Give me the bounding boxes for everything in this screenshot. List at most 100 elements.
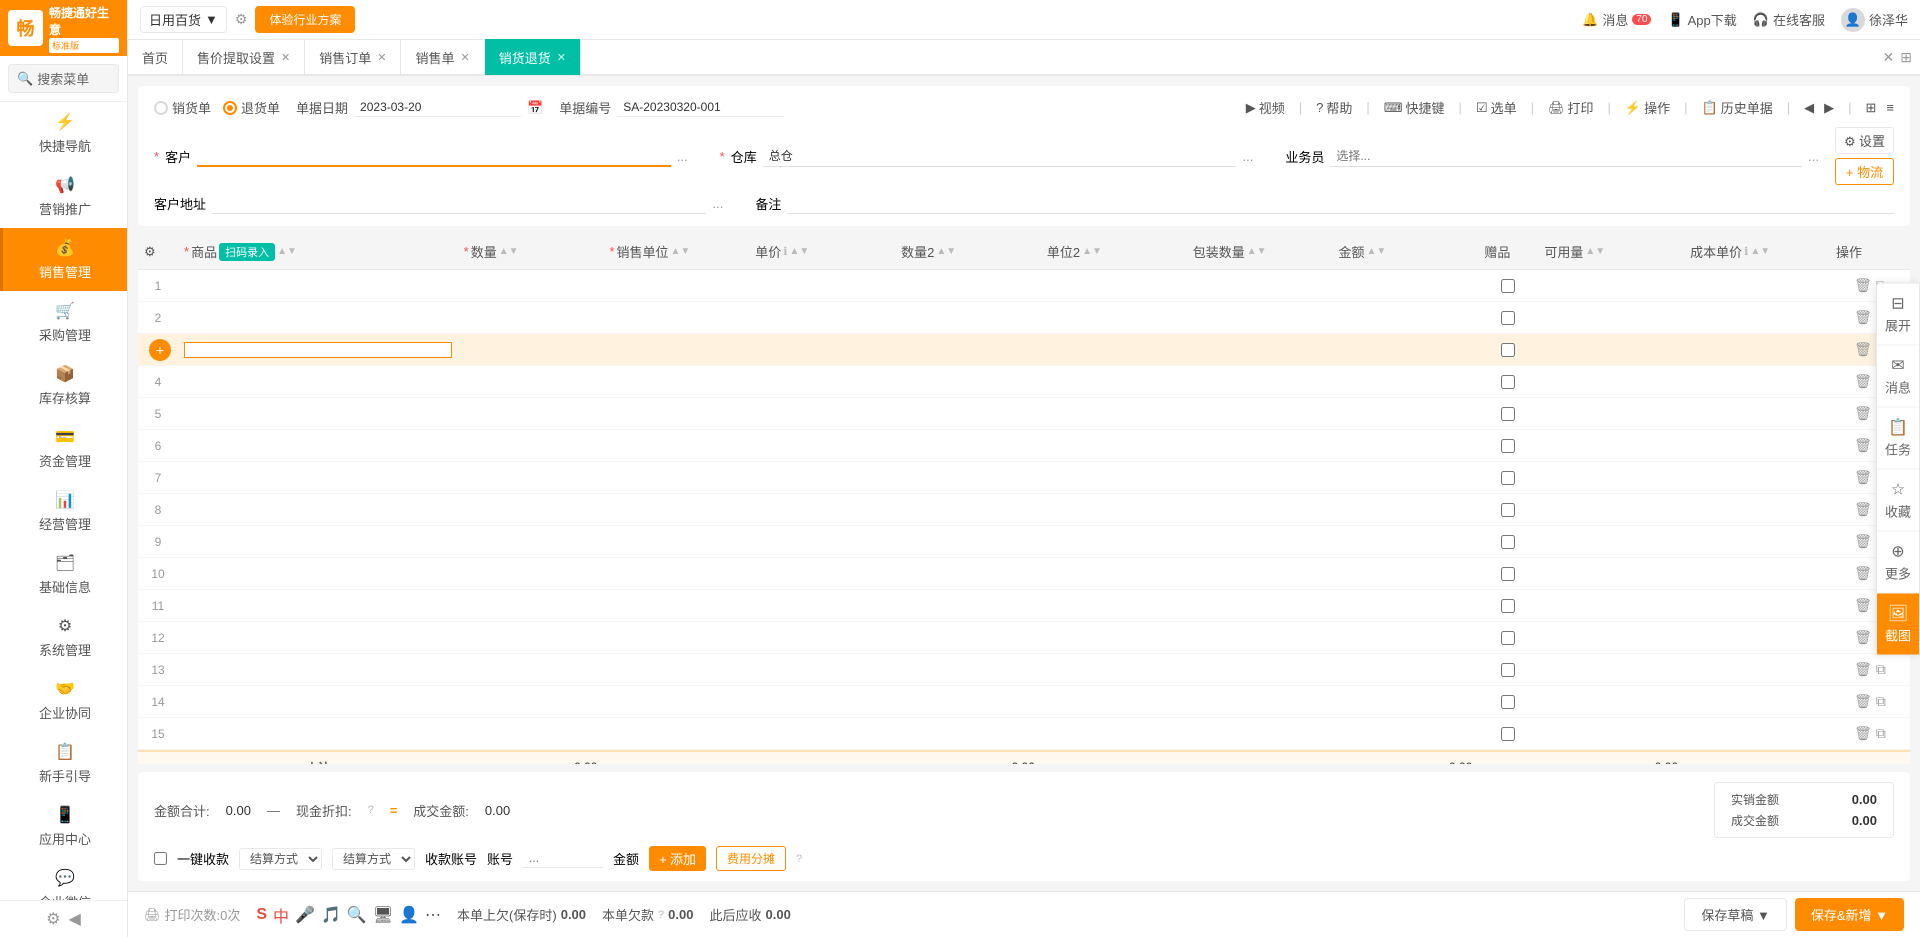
row-3-amount[interactable] bbox=[1333, 346, 1479, 354]
taskbar-zh-icon[interactable]: 中 bbox=[273, 903, 289, 927]
staff-input[interactable] bbox=[1330, 146, 1802, 167]
add-payment-button[interactable]: + 添加 bbox=[649, 846, 706, 871]
sidebar-item-finance[interactable]: 💳 资金管理 bbox=[0, 417, 127, 480]
warehouse-input[interactable] bbox=[763, 146, 1237, 167]
row-3-pack[interactable] bbox=[1187, 346, 1333, 354]
row-10-gift-checkbox[interactable] bbox=[1501, 567, 1515, 581]
toolbar-list-view[interactable]: ≡ bbox=[1886, 100, 1894, 115]
row-13-delete-button[interactable]: 🗑 bbox=[1854, 661, 1872, 678]
row-2-price[interactable] bbox=[749, 314, 895, 322]
address-picker-icon[interactable]: ... bbox=[712, 196, 723, 211]
row-3-gift-checkbox[interactable] bbox=[1501, 343, 1515, 357]
row-2-unit[interactable] bbox=[603, 314, 749, 322]
date-input[interactable] bbox=[354, 98, 521, 117]
tab-return-close[interactable]: ✕ bbox=[557, 51, 566, 64]
trial-plan-button[interactable]: 体验行业方案 bbox=[255, 6, 355, 33]
barcode-scan-button[interactable]: 扫码录入 bbox=[219, 243, 275, 261]
calc-method-select2[interactable]: 结算方式 bbox=[332, 848, 415, 870]
row-3-cost[interactable] bbox=[1684, 346, 1830, 354]
search-menu-button[interactable]: 🔍 搜索菜单 bbox=[8, 64, 119, 93]
row-1-avail[interactable] bbox=[1538, 282, 1684, 290]
toolbar-next[interactable]: ▶ bbox=[1824, 100, 1834, 116]
row-1-gift-checkbox[interactable] bbox=[1501, 279, 1515, 293]
row-1-unit[interactable] bbox=[603, 282, 749, 290]
taskbar-more-icon[interactable]: ⋯ bbox=[425, 905, 441, 925]
float-screenshot-item[interactable]: 🖼 截图 bbox=[1877, 593, 1919, 654]
sidebar-item-system[interactable]: ⚙ 系统管理 bbox=[0, 606, 127, 669]
tab-return[interactable]: 销货退货 ✕ bbox=[485, 39, 581, 75]
toolbar-video[interactable]: ▶ 视频 bbox=[1246, 98, 1285, 117]
toolbar-grid-view[interactable]: ⊞ bbox=[1866, 100, 1877, 116]
close-all-button[interactable]: ✕ bbox=[1883, 49, 1895, 66]
row-1-qty[interactable] bbox=[458, 282, 604, 290]
sidebar-item-wechat[interactable]: 💬 企业微信 bbox=[0, 858, 127, 900]
row-7-delete-button[interactable]: 🗑 bbox=[1854, 469, 1872, 486]
th-settings[interactable]: ⚙ bbox=[138, 238, 178, 266]
sidebar-item-inventory[interactable]: 📦 库存核算 bbox=[0, 354, 127, 417]
row-2-product[interactable] bbox=[178, 314, 458, 322]
row-12-delete-button[interactable]: 🗑 bbox=[1854, 629, 1872, 646]
price-info-icon[interactable]: ℹ bbox=[783, 245, 787, 258]
row-6-delete-button[interactable]: 🗑 bbox=[1854, 437, 1872, 454]
sidebar-item-collab[interactable]: 🤝 企业协同 bbox=[0, 669, 127, 732]
toolbar-help[interactable]: ? 帮助 bbox=[1316, 98, 1352, 117]
toolbar-operate[interactable]: ⚡ 操作 bbox=[1625, 98, 1670, 117]
row-10-delete-button[interactable]: 🗑 bbox=[1854, 565, 1872, 582]
sidebar-item-guide[interactable]: 📋 新手引导 bbox=[0, 732, 127, 795]
row-1-pack[interactable] bbox=[1187, 282, 1333, 290]
row-3-qty2[interactable] bbox=[895, 346, 1041, 354]
tab-sales-close[interactable]: ✕ bbox=[461, 51, 470, 64]
row-2-qty2[interactable] bbox=[895, 314, 1041, 322]
split-info-icon[interactable]: ? bbox=[796, 853, 802, 865]
taskbar-mic-icon[interactable]: 🎤 bbox=[295, 905, 315, 925]
notification-area[interactable]: 🔔 消息 70 bbox=[1582, 10, 1651, 29]
row-1-unit2[interactable] bbox=[1041, 282, 1187, 290]
row-12-gift-checkbox[interactable] bbox=[1501, 631, 1515, 645]
one-click-pay-checkbox[interactable] bbox=[154, 852, 167, 865]
sidebar-item-operations[interactable]: 📊 经营管理 bbox=[0, 480, 127, 543]
add-row-button[interactable]: + bbox=[149, 339, 171, 361]
row-1-delete-button[interactable]: 🗑 bbox=[1854, 277, 1872, 294]
float-expand-item[interactable]: ⊟ 展开 bbox=[1877, 283, 1919, 345]
row-3-unit[interactable] bbox=[603, 346, 749, 354]
qty-sort-icon[interactable]: ▲▼ bbox=[499, 246, 519, 257]
row-4-gift-checkbox[interactable] bbox=[1501, 375, 1515, 389]
taskbar-music-icon[interactable]: 🎵 bbox=[321, 905, 341, 925]
row-15-gift-checkbox[interactable] bbox=[1501, 727, 1515, 741]
float-message-item[interactable]: ✉ 消息 bbox=[1877, 345, 1919, 407]
row-8-delete-button[interactable]: 🗑 bbox=[1854, 501, 1872, 518]
row-1-product-input[interactable] bbox=[184, 279, 452, 293]
row-6-gift-checkbox[interactable] bbox=[1501, 439, 1515, 453]
customer-picker-icon[interactable]: ... bbox=[677, 149, 688, 164]
unit2-sort-icon[interactable]: ▲▼ bbox=[1082, 246, 1102, 257]
toolbar-history[interactable]: 📋 历史单据 bbox=[1702, 98, 1773, 117]
toolbar-shortcut[interactable]: ⌨ 快捷键 bbox=[1384, 98, 1445, 117]
user-area[interactable]: 👤 徐泽华 bbox=[1841, 8, 1908, 32]
float-task-item[interactable]: 📋 任务 bbox=[1877, 407, 1919, 469]
sidebar-item-marketing[interactable]: 📢 营销推广 bbox=[0, 165, 127, 228]
row-14-delete-button[interactable]: 🗑 bbox=[1854, 693, 1872, 710]
topbar-settings-icon[interactable]: ⚙ bbox=[235, 11, 248, 28]
amount-sort-icon[interactable]: ▲▼ bbox=[1367, 246, 1387, 257]
product-sort-icon[interactable]: ▲▼ bbox=[277, 246, 297, 257]
row-2-delete-button[interactable]: 🗑 bbox=[1854, 309, 1872, 326]
settings-bottom-icon[interactable]: ⚙ bbox=[46, 909, 60, 929]
tab-sales[interactable]: 销售单 ✕ bbox=[401, 39, 484, 75]
row-1-price[interactable] bbox=[749, 282, 895, 290]
radio-return-label[interactable]: 退货单 bbox=[223, 98, 280, 117]
sidebar-item-sales[interactable]: 💰 销售管理 bbox=[0, 228, 127, 291]
sidebar-item-purchase[interactable]: 🛒 采购管理 bbox=[0, 291, 127, 354]
row-14-gift-checkbox[interactable] bbox=[1501, 695, 1515, 709]
remark-input[interactable] bbox=[787, 193, 1894, 214]
row-2-qty[interactable] bbox=[458, 314, 604, 322]
sidebar-item-quick-nav[interactable]: ⚡ 快捷导航 bbox=[0, 102, 127, 165]
avail-sort-icon[interactable]: ▲▼ bbox=[1585, 246, 1605, 257]
row-13-gift-checkbox[interactable] bbox=[1501, 663, 1515, 677]
category-select[interactable]: 日用百货 ▼ bbox=[140, 6, 227, 33]
float-more-item[interactable]: ⊕ 更多 bbox=[1877, 531, 1919, 593]
row-1-qty2[interactable] bbox=[895, 282, 1041, 290]
row-2-amount[interactable] bbox=[1333, 314, 1479, 322]
unit-sort-icon[interactable]: ▲▼ bbox=[671, 246, 691, 257]
calc-method-select[interactable]: 结算方式 bbox=[239, 848, 322, 870]
tab-sales-order-close[interactable]: ✕ bbox=[377, 51, 386, 64]
